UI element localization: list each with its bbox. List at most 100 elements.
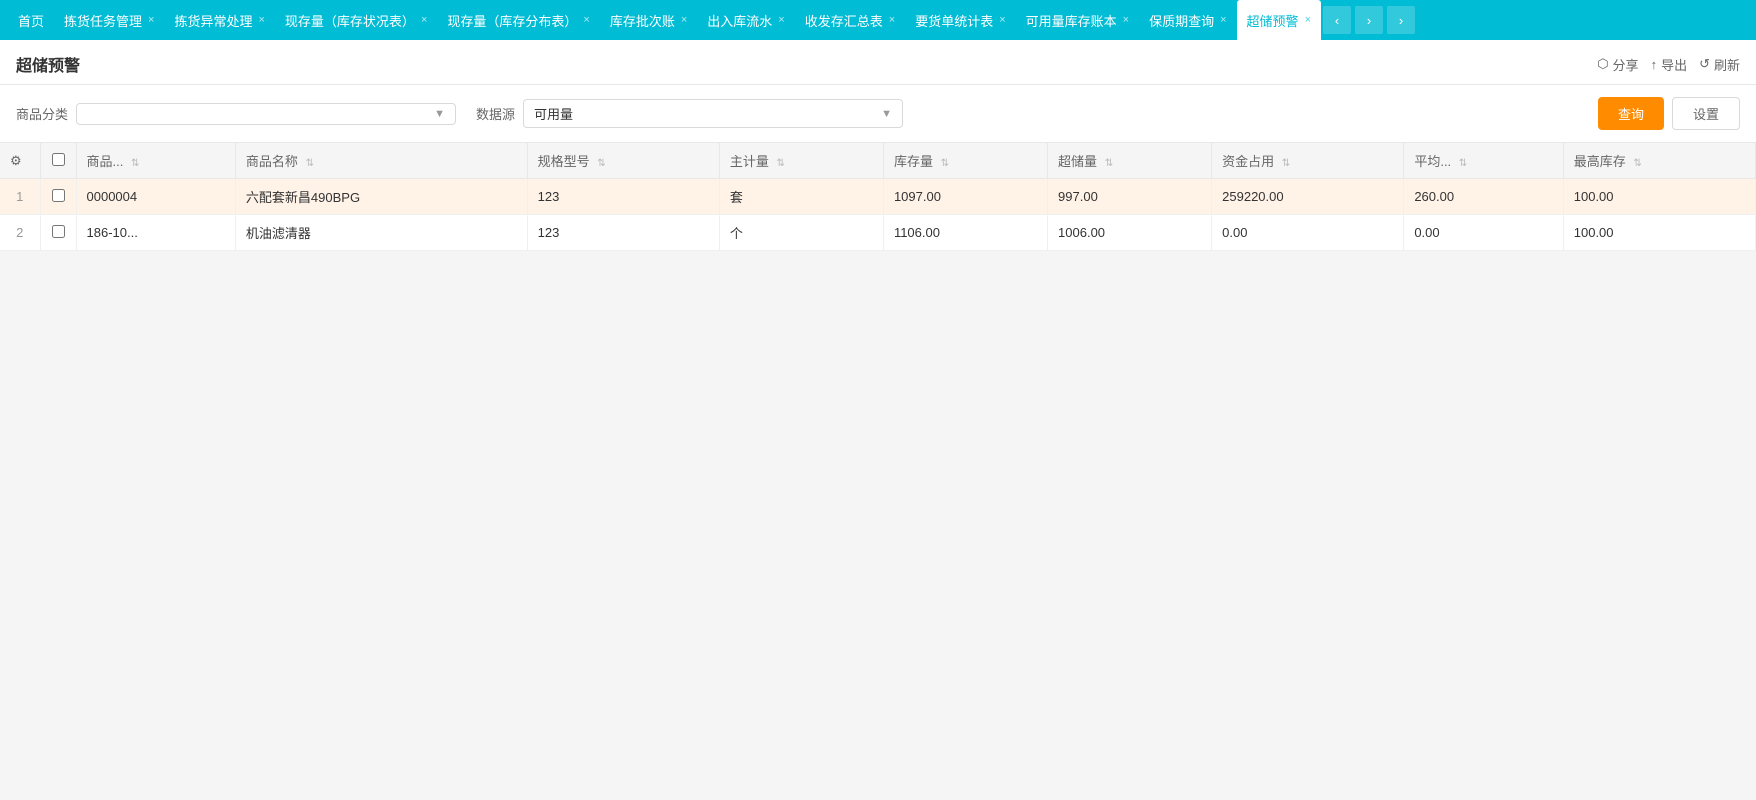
nav-item-available[interactable]: 可用量库存账本 ×	[1016, 0, 1139, 40]
col-spec-label: 规格型号	[538, 154, 590, 169]
sort-icon-stock: ⇅	[941, 158, 949, 169]
row-checkbox-1[interactable]	[40, 179, 76, 215]
nav-label-req-stats: 要货单统计表	[915, 11, 993, 30]
row-product-name-2: 机油滤清器	[235, 215, 527, 251]
nav-more-arrow[interactable]: ›	[1387, 6, 1415, 34]
refresh-icon: ↺	[1699, 56, 1710, 72]
share-label: 分享	[1613, 55, 1639, 74]
export-button[interactable]: ↑ 导出	[1651, 55, 1688, 74]
nav-label-summary: 收发存汇总表	[805, 11, 883, 30]
sort-icon-avg: ⇅	[1459, 158, 1467, 169]
row-avg-2: 0.00	[1404, 215, 1563, 251]
gear-icon[interactable]: ⚙	[10, 153, 22, 168]
col-product-name-header[interactable]: 商品名称 ⇅	[235, 143, 527, 179]
row-capital-1: 259220.00	[1212, 179, 1404, 215]
refresh-label: 刷新	[1714, 55, 1740, 74]
row-unit-2: 个	[719, 215, 883, 251]
sort-icon-code: ⇅	[131, 158, 139, 169]
sort-icon-max: ⇅	[1633, 158, 1641, 169]
chevron-down-icon: ▼	[434, 108, 445, 120]
sort-icon-capital: ⇅	[1282, 158, 1290, 169]
close-icon-stock-dist[interactable]: ×	[583, 14, 589, 26]
col-overstock-header[interactable]: 超储量 ⇅	[1048, 143, 1212, 179]
refresh-button[interactable]: ↺ 刷新	[1699, 55, 1740, 74]
close-icon-stock-status[interactable]: ×	[421, 14, 427, 26]
nav-label-available: 可用量库存账本	[1026, 11, 1117, 30]
row-unit-1: 套	[719, 179, 883, 215]
close-icon-exception[interactable]: ×	[258, 14, 264, 26]
close-icon-overstock[interactable]: ×	[1305, 14, 1311, 26]
datasource-select[interactable]: 可用量 ▼	[523, 99, 903, 128]
sort-icon-name: ⇅	[306, 158, 314, 169]
col-gear[interactable]: ⚙	[0, 143, 40, 179]
filter-actions: 查询 设置	[1598, 97, 1740, 130]
filter-bar: 商品分类 ▼ 数据源 可用量 ▼ 查询 设置	[0, 85, 1756, 143]
col-overstock-label: 超储量	[1058, 154, 1097, 169]
nav-item-expiry[interactable]: 保质期查询 ×	[1139, 0, 1236, 40]
close-icon-inout[interactable]: ×	[778, 14, 784, 26]
datasource-chevron-icon: ▼	[881, 108, 892, 120]
datasource-filter-group: 数据源 可用量 ▼	[476, 99, 903, 128]
export-label: 导出	[1661, 55, 1687, 74]
nav-item-req-stats[interactable]: 要货单统计表 ×	[905, 0, 1015, 40]
close-icon-req-stats[interactable]: ×	[999, 14, 1005, 26]
category-select[interactable]: ▼	[76, 103, 456, 125]
header-actions: ⬡ 分享 ↑ 导出 ↺ 刷新	[1597, 55, 1740, 74]
row-max-stock-2: 100.00	[1563, 215, 1755, 251]
nav-item-exception[interactable]: 拣货异常处理 ×	[164, 0, 274, 40]
close-icon-expiry[interactable]: ×	[1220, 14, 1226, 26]
col-unit-header[interactable]: 主计量 ⇅	[719, 143, 883, 179]
close-icon-available[interactable]: ×	[1123, 14, 1129, 26]
col-capital-header[interactable]: 资金占用 ⇅	[1212, 143, 1404, 179]
overstock-table: ⚙ 商品... ⇅ 商品名称 ⇅ 规格型号 ⇅ 主计量	[0, 143, 1756, 251]
close-icon-task[interactable]: ×	[148, 14, 154, 26]
row-max-stock-1: 100.00	[1563, 179, 1755, 215]
sort-icon-overstock: ⇅	[1105, 158, 1113, 169]
row-checkbox-2[interactable]	[40, 215, 76, 251]
nav-item-overstock[interactable]: 超储预警 ×	[1237, 0, 1321, 40]
close-icon-batch[interactable]: ×	[681, 14, 687, 26]
nav-label-task: 拣货任务管理	[64, 11, 142, 30]
nav-next-arrow[interactable]: ›	[1355, 6, 1383, 34]
nav-item-summary[interactable]: 收发存汇总表 ×	[795, 0, 905, 40]
row-spec-2: 123	[527, 215, 719, 251]
nav-item-task[interactable]: 拣货任务管理 ×	[54, 0, 164, 40]
row-product-code-1: 0000004	[76, 179, 235, 215]
row-avg-1: 260.00	[1404, 179, 1563, 215]
row-select-checkbox-1[interactable]	[52, 189, 65, 202]
nav-item-home[interactable]: 首页	[8, 0, 54, 40]
nav-item-stock-dist[interactable]: 现存量（库存分布表） ×	[437, 0, 599, 40]
row-spec-1: 123	[527, 179, 719, 215]
share-button[interactable]: ⬡ 分享	[1597, 55, 1638, 74]
col-stock-header[interactable]: 库存量 ⇅	[883, 143, 1047, 179]
col-spec-header[interactable]: 规格型号 ⇅	[527, 143, 719, 179]
col-select-all[interactable]	[40, 143, 76, 179]
category-filter-group: 商品分类 ▼	[16, 103, 456, 125]
nav-label-home: 首页	[18, 11, 44, 30]
query-button[interactable]: 查询	[1598, 97, 1664, 130]
nav-prev-arrow[interactable]: ‹	[1323, 6, 1351, 34]
col-avg-header[interactable]: 平均... ⇅	[1404, 143, 1563, 179]
col-max-header[interactable]: 最高库存 ⇅	[1563, 143, 1755, 179]
select-all-checkbox[interactable]	[52, 153, 65, 166]
nav-item-stock-status[interactable]: 现存量（库存状况表） ×	[275, 0, 437, 40]
row-capital-2: 0.00	[1212, 215, 1404, 251]
datasource-label: 数据源	[476, 104, 515, 123]
settings-button[interactable]: 设置	[1672, 97, 1740, 130]
col-product-code-header[interactable]: 商品... ⇅	[76, 143, 235, 179]
nav-label-inout: 出入库流水	[707, 11, 772, 30]
row-select-checkbox-2[interactable]	[52, 225, 65, 238]
table-container: ⚙ 商品... ⇅ 商品名称 ⇅ 规格型号 ⇅ 主计量	[0, 143, 1756, 251]
page-header: 超储预警 ⬡ 分享 ↑ 导出 ↺ 刷新	[0, 40, 1756, 85]
nav-item-batch[interactable]: 库存批次账 ×	[600, 0, 697, 40]
row-stock-2: 1106.00	[883, 215, 1047, 251]
row-overstock-1: 997.00	[1048, 179, 1212, 215]
close-icon-summary[interactable]: ×	[889, 14, 895, 26]
nav-label-exception: 拣货异常处理	[174, 11, 252, 30]
export-icon: ↑	[1651, 57, 1658, 72]
col-capital-label: 资金占用	[1222, 154, 1274, 169]
col-max-label: 最高库存	[1574, 154, 1626, 169]
col-unit-label: 主计量	[730, 154, 769, 169]
nav-label-stock-status: 现存量（库存状况表）	[285, 11, 415, 30]
nav-item-inout[interactable]: 出入库流水 ×	[697, 0, 794, 40]
